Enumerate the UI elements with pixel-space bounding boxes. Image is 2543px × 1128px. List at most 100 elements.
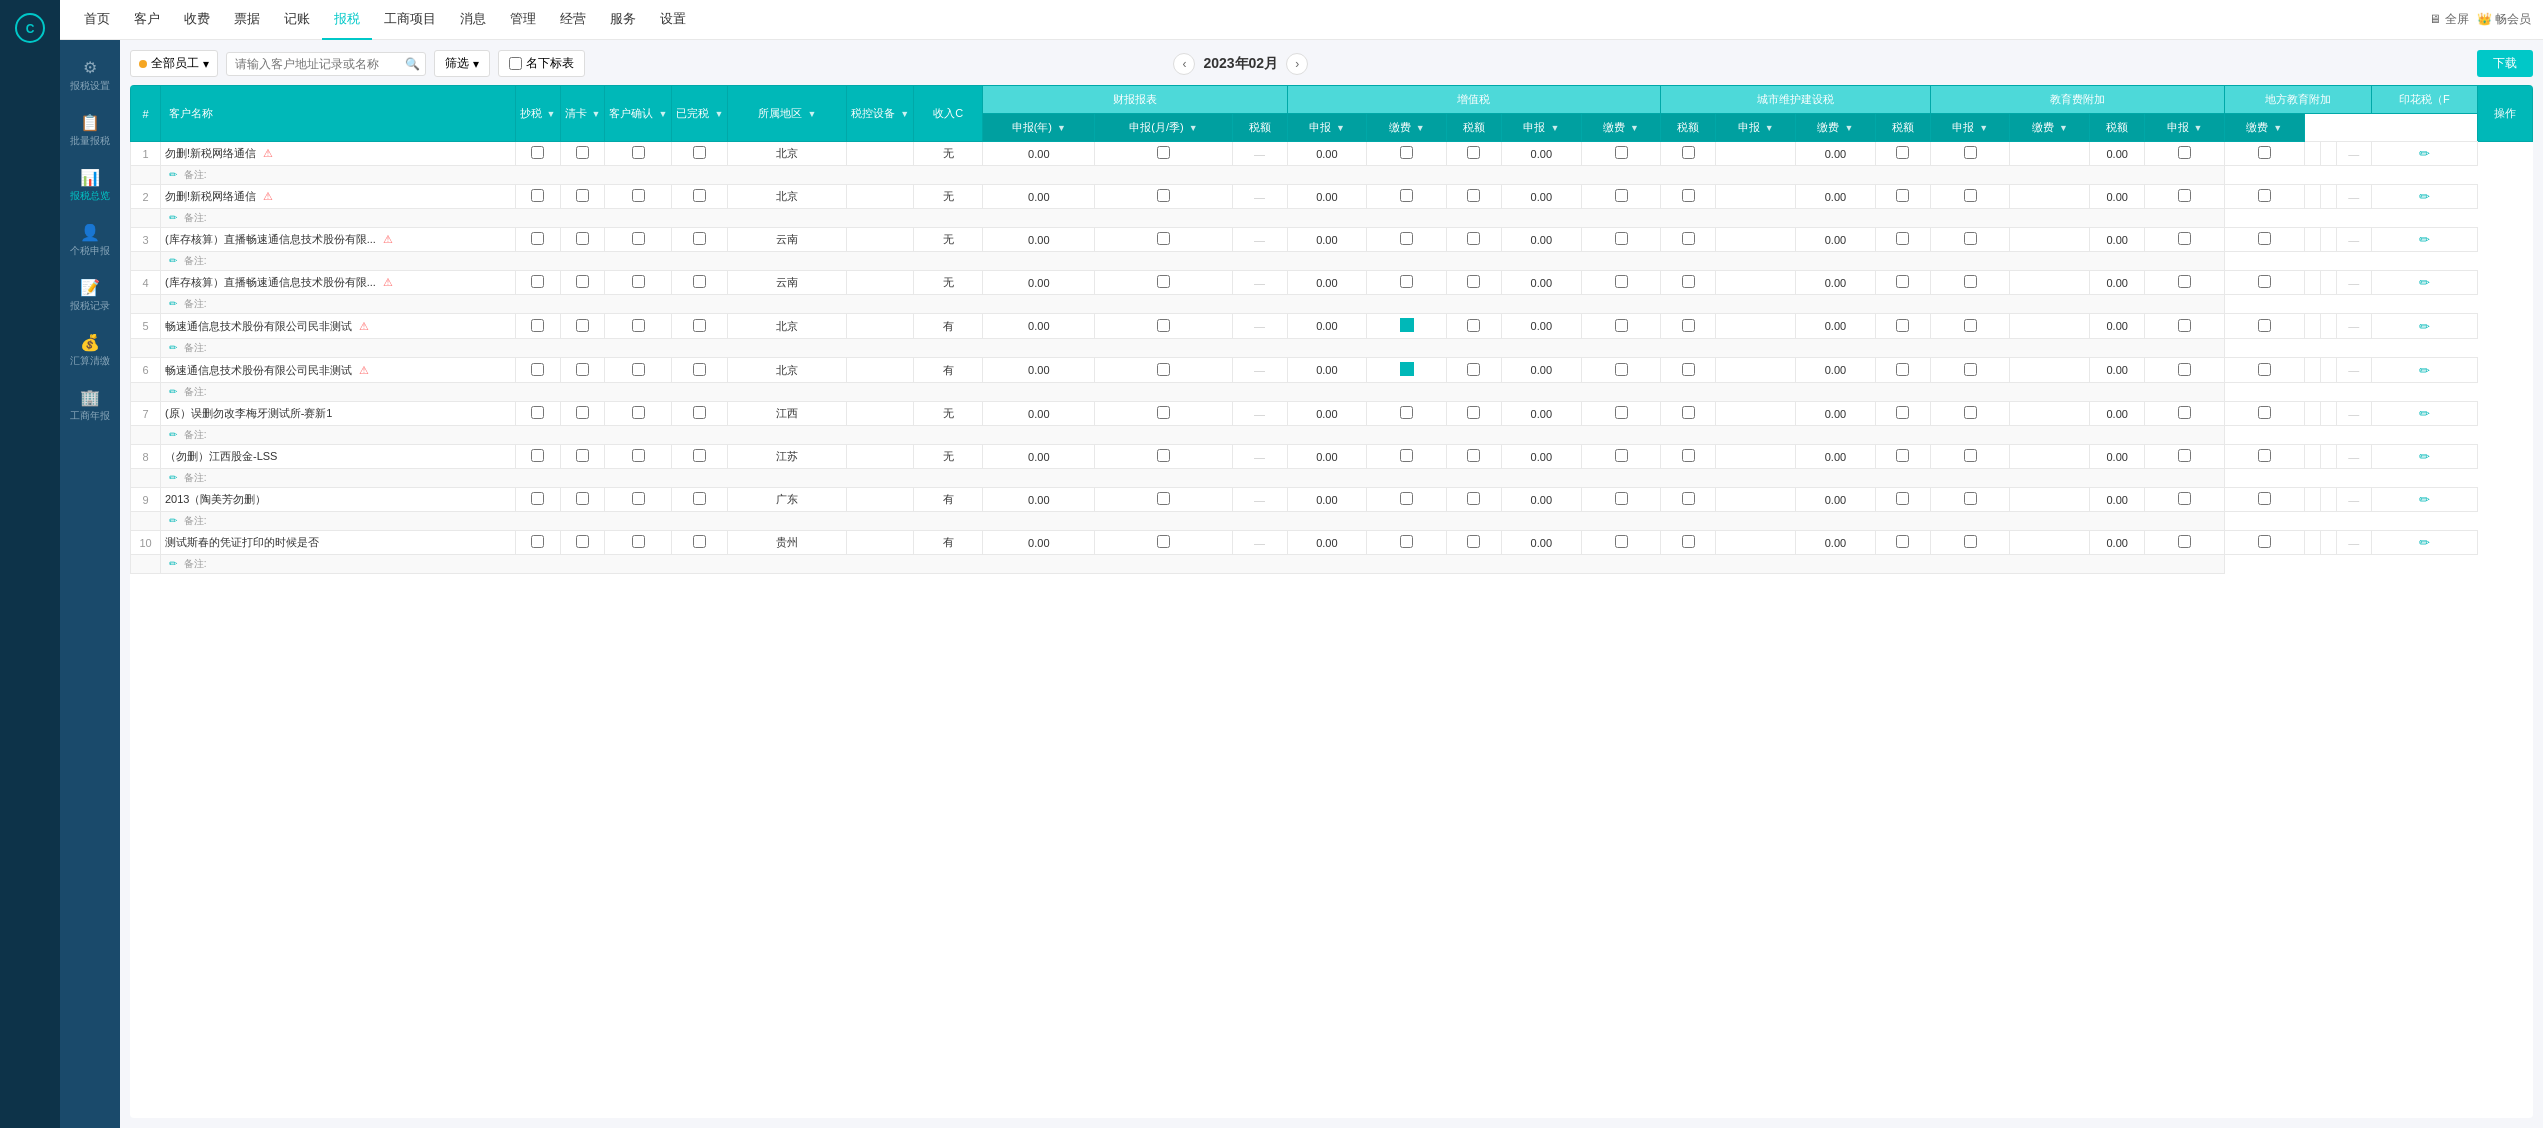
cb-city-pay[interactable] (1682, 363, 1695, 376)
checkbox-1[interactable] (576, 189, 589, 202)
cb-vat-pay[interactable] (1467, 232, 1480, 245)
edit-icon[interactable]: ✏ (2419, 363, 2430, 378)
checkbox-0[interactable] (531, 449, 544, 462)
checkbox-2[interactable] (632, 406, 645, 419)
cb-edu-pay[interactable] (1964, 449, 1977, 462)
cb-local-pay[interactable] (2258, 363, 2271, 376)
cb-city[interactable] (1615, 535, 1628, 548)
cb-edu[interactable] (1896, 189, 1909, 202)
cb-city[interactable] (1615, 406, 1628, 419)
cb-edu-pay[interactable] (1964, 146, 1977, 159)
cb-caibao-year[interactable] (1157, 146, 1170, 159)
sidebar-item-annual-clear[interactable]: 💰 汇算清缴 (60, 323, 120, 378)
cb-city-pay[interactable] (1682, 535, 1695, 548)
cb-caibao-year[interactable] (1157, 363, 1170, 376)
sub-vat-declare[interactable]: 申报 ▼ (1287, 114, 1367, 142)
sub-caibao-month[interactable]: 申报(月/季) ▼ (1095, 114, 1232, 142)
cb-vat-pay[interactable] (1467, 275, 1480, 288)
prev-month-button[interactable]: ‹ (1173, 53, 1195, 75)
col-paid[interactable]: 已完税 ▼ (672, 86, 728, 142)
company-name[interactable]: 勿删!新税网络通信 (165, 147, 256, 159)
cb-caibao-year[interactable] (1157, 319, 1170, 332)
cb-vat-pay[interactable] (1467, 363, 1480, 376)
checkbox-0[interactable] (531, 535, 544, 548)
name-label-checkbox[interactable] (509, 57, 522, 70)
cb-local[interactable] (2178, 535, 2191, 548)
nav-home[interactable]: 首页 (72, 0, 122, 40)
edit-icon[interactable]: ✏ (2419, 319, 2430, 334)
col-clear-card[interactable]: 清卡 ▼ (560, 86, 605, 142)
cb-city[interactable] (1615, 232, 1628, 245)
cb-local-pay[interactable] (2258, 146, 2271, 159)
cb-local-pay[interactable] (2258, 319, 2271, 332)
cb-edu-pay[interactable] (1964, 232, 1977, 245)
cb-local-pay[interactable] (2258, 406, 2271, 419)
cb-vat[interactable] (1400, 275, 1413, 288)
cb-vat[interactable] (1400, 189, 1413, 202)
edit-icon[interactable]: ✏ (2419, 275, 2430, 290)
cb-city-pay[interactable] (1682, 406, 1695, 419)
cb-caibao-year[interactable] (1157, 275, 1170, 288)
cb-vat-pay[interactable] (1467, 535, 1480, 548)
cb-city[interactable] (1615, 492, 1628, 505)
cb-vat-pay[interactable] (1467, 189, 1480, 202)
col-confirm[interactable]: 客户确认 ▼ (605, 86, 672, 142)
cb-edu-pay[interactable] (1964, 363, 1977, 376)
cb-caibao-year[interactable] (1157, 189, 1170, 202)
sidebar-item-tax-overview[interactable]: 📊 报税总览 (60, 158, 120, 213)
edit-icon[interactable]: ✏ (2419, 535, 2430, 550)
checkbox-2[interactable] (632, 189, 645, 202)
cb-local-pay[interactable] (2258, 275, 2271, 288)
cb-city[interactable] (1615, 189, 1628, 202)
cb-local-pay[interactable] (2258, 449, 2271, 462)
edit-icon[interactable]: ✏ (2419, 492, 2430, 507)
checkbox-0[interactable] (531, 275, 544, 288)
checkbox-1[interactable] (576, 146, 589, 159)
cb-local[interactable] (2178, 146, 2191, 159)
cb-edu-pay[interactable] (1964, 492, 1977, 505)
nav-fee[interactable]: 收费 (172, 0, 222, 40)
checkbox-0[interactable] (531, 363, 544, 376)
cb-local[interactable] (2178, 449, 2191, 462)
cb-edu[interactable] (1896, 449, 1909, 462)
company-name[interactable]: (库存核算）直播畅速通信息技术股份有限... (165, 233, 376, 245)
cb-edu[interactable] (1896, 535, 1909, 548)
sidebar-item-batch-tax[interactable]: 📋 批量报税 (60, 103, 120, 158)
company-name[interactable]: 测试斯春的凭证打印的时候是否 (165, 536, 319, 548)
checkbox-3[interactable] (693, 146, 706, 159)
nav-service[interactable]: 服务 (598, 0, 648, 40)
sub-edu-declare[interactable]: 申报 ▼ (1716, 114, 1796, 142)
checkbox-1[interactable] (576, 319, 589, 332)
checkbox-0[interactable] (531, 189, 544, 202)
fullscreen-btn[interactable]: 🖥 全屏 (2429, 11, 2468, 28)
cb-local[interactable] (2178, 363, 2191, 376)
cb-vat-pay[interactable] (1467, 406, 1480, 419)
download-button[interactable]: 下载 (2477, 50, 2533, 77)
cb-local-pay[interactable] (2258, 232, 2271, 245)
sub-city-pay[interactable]: 缴费 ▼ (1581, 114, 1661, 142)
checkbox-0[interactable] (531, 146, 544, 159)
nav-operation[interactable]: 经营 (548, 0, 598, 40)
cb-edu[interactable] (1896, 363, 1909, 376)
cb-city-pay[interactable] (1682, 189, 1695, 202)
checkbox-3[interactable] (693, 449, 706, 462)
employee-select[interactable]: 全部员工 ▾ (130, 50, 218, 77)
cb-local[interactable] (2178, 189, 2191, 202)
edit-icon[interactable]: ✏ (2419, 449, 2430, 464)
company-name[interactable]: 畅速通信息技术股份有限公司民非测试 (165, 364, 352, 376)
cb-vat[interactable] (1400, 492, 1413, 505)
cb-edu[interactable] (1896, 275, 1909, 288)
sub-stamp-declare[interactable]: 申报 ▼ (2145, 114, 2225, 142)
cb-caibao-year[interactable] (1157, 232, 1170, 245)
checkbox-3[interactable] (693, 232, 706, 245)
checkbox-2[interactable] (632, 492, 645, 505)
nav-bookkeeping[interactable]: 记账 (272, 0, 322, 40)
cb-edu[interactable] (1896, 146, 1909, 159)
cb-city[interactable] (1615, 319, 1628, 332)
col-region[interactable]: 所属地区 ▼ (728, 86, 847, 142)
cb-city-pay[interactable] (1682, 275, 1695, 288)
member-btn[interactable]: 👑 畅会员 (2477, 11, 2531, 28)
edit-icon[interactable]: ✏ (2419, 146, 2430, 161)
checkbox-2[interactable] (632, 319, 645, 332)
checkbox-2[interactable] (632, 275, 645, 288)
